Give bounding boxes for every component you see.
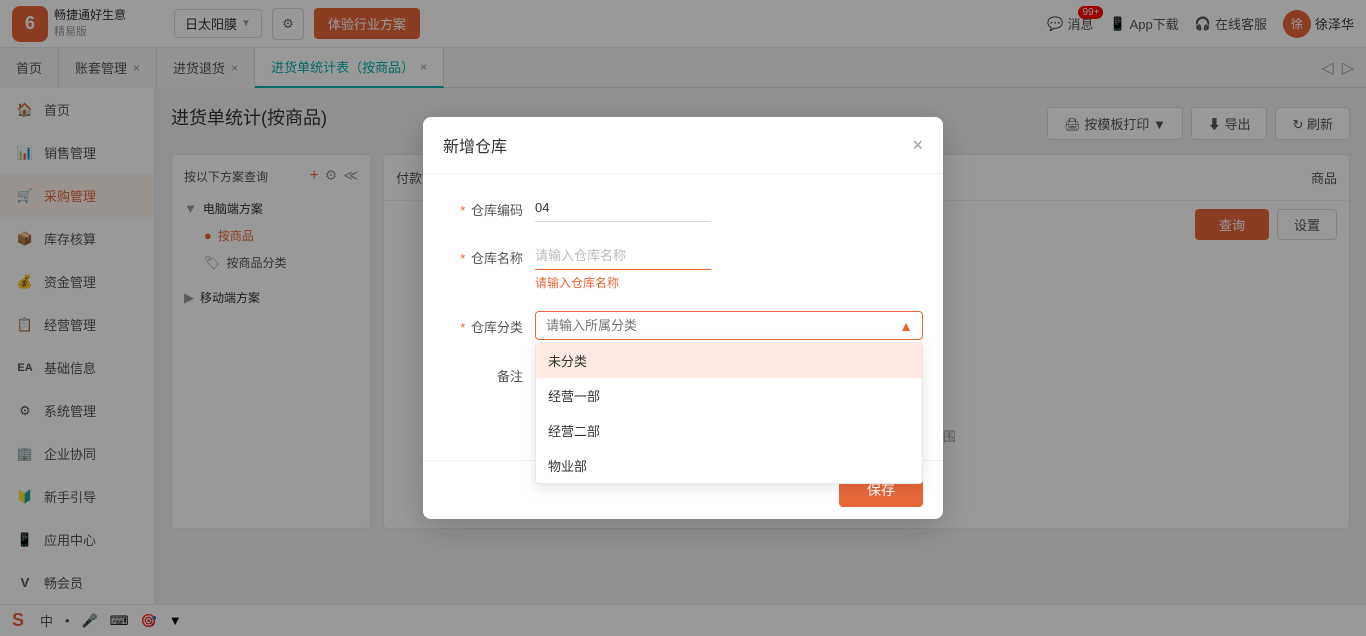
dropdown-item-2[interactable]: 经营二部 bbox=[536, 413, 922, 448]
form-row-name: * 仓库名称 请输入仓库名称 bbox=[443, 242, 923, 291]
form-row-category: * 仓库分类 ▲ 未分类 经营一部 经营二部 物业部 bbox=[443, 311, 923, 340]
dropdown-item-3[interactable]: 物业部 bbox=[536, 448, 922, 483]
category-input[interactable] bbox=[535, 311, 923, 340]
add-warehouse-dialog: 新增仓库 × * 仓库编码 * 仓库名称 请输入仓库名称 bbox=[423, 117, 943, 519]
dialog-body: * 仓库编码 * 仓库名称 请输入仓库名称 * 仓库分类 bbox=[423, 174, 943, 460]
dropdown-item-0[interactable]: 未分类 bbox=[536, 343, 922, 378]
dialog-title: 新增仓库 bbox=[443, 133, 507, 157]
code-label: * 仓库编码 bbox=[443, 194, 523, 219]
note-label: 备注 bbox=[443, 360, 523, 385]
dialog-header: 新增仓库 × bbox=[423, 117, 943, 174]
category-dropdown: 未分类 经营一部 经营二部 物业部 bbox=[535, 342, 923, 484]
name-input[interactable] bbox=[535, 242, 711, 270]
category-select-wrapper: ▲ 未分类 经营一部 经营二部 物业部 bbox=[535, 311, 923, 340]
dropdown-item-1[interactable]: 经营一部 bbox=[536, 378, 922, 413]
form-row-code: * 仓库编码 bbox=[443, 194, 923, 222]
code-input[interactable] bbox=[535, 194, 711, 222]
name-label: * 仓库名称 bbox=[443, 242, 523, 267]
name-error-msg: 请输入仓库名称 bbox=[535, 274, 923, 291]
dialog-close-button[interactable]: × bbox=[912, 135, 923, 156]
category-label: * 仓库分类 bbox=[443, 311, 523, 336]
